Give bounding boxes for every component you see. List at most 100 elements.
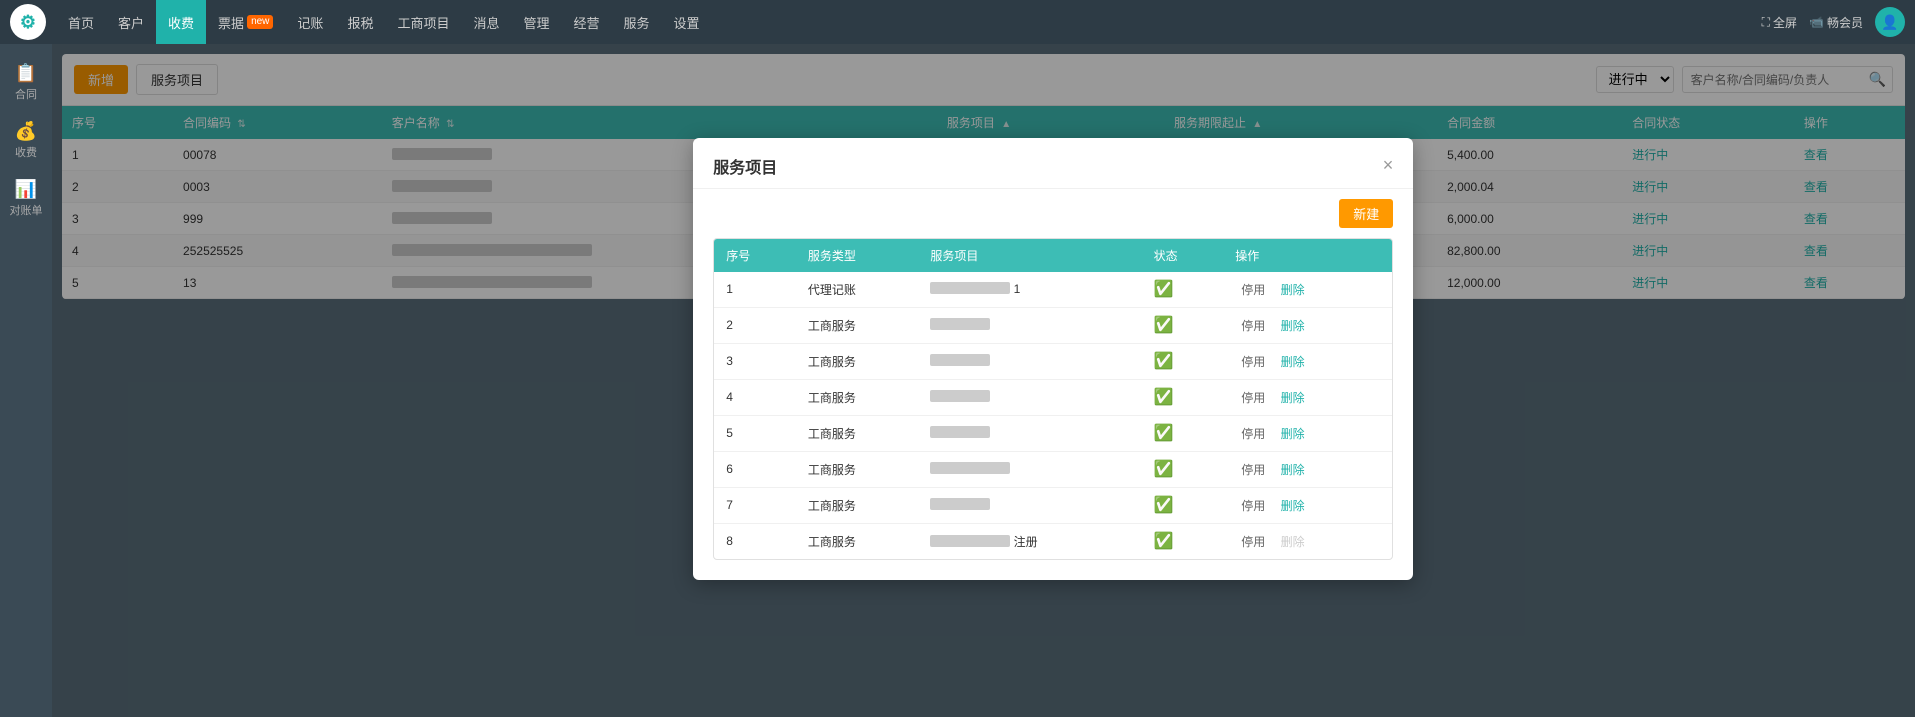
avatar[interactable]: 👤 xyxy=(1875,7,1905,37)
sidebar-item-statement[interactable]: 📊 对账单 xyxy=(0,170,52,228)
member-icon: 📹 xyxy=(1809,15,1824,29)
modal-cell-seq: 3 xyxy=(714,343,796,379)
modal-col-status: 状态 xyxy=(1142,239,1224,272)
modal-cell-item xyxy=(918,487,1141,523)
modal-cell-status: ✅ xyxy=(1142,415,1224,451)
nav-item-business[interactable]: 工商项目 xyxy=(385,0,461,44)
fullscreen-icon: ⛶ xyxy=(1762,15,1770,30)
sidebar-item-contract[interactable]: 📋 合同 xyxy=(0,54,52,112)
nav-item-service[interactable]: 服务 xyxy=(612,0,662,44)
modal-cell-action: 停用 删除 xyxy=(1223,307,1392,343)
stop-button[interactable]: 停用 xyxy=(1235,279,1271,300)
nav-item-manage[interactable]: 管理 xyxy=(511,0,561,44)
modal-cell-status: ✅ xyxy=(1142,451,1224,487)
modal-cell-type: 代理记账 xyxy=(796,272,918,308)
app-logo: ⚙ xyxy=(10,4,46,40)
modal-cell-type: 工商服务 xyxy=(796,307,918,343)
modal-title: 服务项目 xyxy=(713,154,777,178)
modal-cell-type: 工商服务 xyxy=(796,379,918,415)
modal-cell-status: ✅ xyxy=(1142,343,1224,379)
modal-table-wrapper: 序号 服务类型 服务项目 状态 操作 1 代理记账 1 ✅ xyxy=(713,238,1393,560)
sidebar-item-fee[interactable]: 💰 收费 xyxy=(0,112,52,170)
list-item: 2 工商服务 ✅ 停用 删除 xyxy=(714,307,1392,343)
contract-icon: 📋 xyxy=(15,64,37,82)
modal-cell-status: ✅ xyxy=(1142,523,1224,559)
list-item: 8 工商服务 注册 ✅ 停用 删除 xyxy=(714,523,1392,559)
modal-cell-item xyxy=(918,415,1141,451)
stop-button[interactable]: 停用 xyxy=(1235,531,1271,552)
list-item: 6 工商服务 ✅ 停用 删除 xyxy=(714,451,1392,487)
status-check-icon: ✅ xyxy=(1154,425,1174,442)
nav-item-customer[interactable]: 客户 xyxy=(106,0,156,44)
status-check-icon: ✅ xyxy=(1154,533,1174,550)
stop-button[interactable]: 停用 xyxy=(1235,387,1271,408)
delete-button: 删除 xyxy=(1275,531,1311,552)
stop-button[interactable]: 停用 xyxy=(1235,351,1271,372)
delete-button[interactable]: 删除 xyxy=(1275,315,1311,336)
member-btn[interactable]: 📹 畅会员 xyxy=(1809,14,1863,31)
stop-button[interactable]: 停用 xyxy=(1235,423,1271,444)
list-item: 5 工商服务 ✅ 停用 删除 xyxy=(714,415,1392,451)
modal-cell-seq: 6 xyxy=(714,451,796,487)
nav-item-operation[interactable]: 经营 xyxy=(562,0,612,44)
status-check-icon: ✅ xyxy=(1154,461,1174,478)
modal-cell-item xyxy=(918,451,1141,487)
modal-cell-status: ✅ xyxy=(1142,379,1224,415)
modal-cell-type: 工商服务 xyxy=(796,415,918,451)
delete-button[interactable]: 删除 xyxy=(1275,495,1311,516)
modal-cell-seq: 2 xyxy=(714,307,796,343)
status-check-icon: ✅ xyxy=(1154,497,1174,514)
list-item: 4 工商服务 ✅ 停用 删除 xyxy=(714,379,1392,415)
modal-cell-item xyxy=(918,343,1141,379)
modal-cell-action: 停用 删除 xyxy=(1223,523,1392,559)
status-check-icon: ✅ xyxy=(1154,353,1174,370)
service-items-modal: 服务项目 × 新建 序号 服务类型 服务项目 状态 操作 xyxy=(693,138,1413,580)
status-check-icon: ✅ xyxy=(1154,389,1174,406)
nav-item-tax[interactable]: 报税 xyxy=(335,0,385,44)
list-item: 7 工商服务 ✅ 停用 删除 xyxy=(714,487,1392,523)
modal-cell-type: 工商服务 xyxy=(796,451,918,487)
nav-right: ⛶ 全屏 📹 畅会员 👤 xyxy=(1762,7,1905,37)
delete-button[interactable]: 删除 xyxy=(1275,387,1311,408)
modal-cell-seq: 8 xyxy=(714,523,796,559)
modal-cell-action: 停用 删除 xyxy=(1223,379,1392,415)
modal-header: 服务项目 × xyxy=(693,138,1413,189)
modal-new-button[interactable]: 新建 xyxy=(1339,199,1393,228)
modal-cell-type: 工商服务 xyxy=(796,487,918,523)
nav-item-home[interactable]: 首页 xyxy=(56,0,106,44)
modal-body: 序号 服务类型 服务项目 状态 操作 1 代理记账 1 ✅ xyxy=(693,238,1413,580)
modal-cell-action: 停用 删除 xyxy=(1223,415,1392,451)
list-item: 3 工商服务 ✅ 停用 删除 xyxy=(714,343,1392,379)
modal-cell-seq: 1 xyxy=(714,272,796,308)
modal-cell-type: 工商服务 xyxy=(796,343,918,379)
list-item: 1 代理记账 1 ✅ 停用 删除 xyxy=(714,272,1392,308)
modal-col-action: 操作 xyxy=(1223,239,1392,272)
delete-button[interactable]: 删除 xyxy=(1275,279,1311,300)
new-badge: new xyxy=(247,15,273,29)
nav-item-bookkeeping[interactable]: 记账 xyxy=(285,0,335,44)
nav-item-settings[interactable]: 设置 xyxy=(662,0,712,44)
delete-button[interactable]: 删除 xyxy=(1275,423,1311,444)
fullscreen-btn[interactable]: ⛶ 全屏 xyxy=(1762,14,1797,31)
modal-cell-action: 停用 删除 xyxy=(1223,272,1392,308)
delete-button[interactable]: 删除 xyxy=(1275,459,1311,480)
modal-col-seq: 序号 xyxy=(714,239,796,272)
modal-col-type: 服务类型 xyxy=(796,239,918,272)
nav-item-fee[interactable]: 收费 xyxy=(156,0,206,44)
modal-table-scroll[interactable]: 序号 服务类型 服务项目 状态 操作 1 代理记账 1 ✅ xyxy=(714,239,1392,559)
delete-button[interactable]: 删除 xyxy=(1275,351,1311,372)
stop-button[interactable]: 停用 xyxy=(1235,495,1271,516)
nav-item-invoice[interactable]: 票据 new xyxy=(206,0,285,44)
stop-button[interactable]: 停用 xyxy=(1235,315,1271,336)
modal-cell-item: 1 xyxy=(918,272,1141,308)
status-check-icon: ✅ xyxy=(1154,281,1174,298)
modal-cell-item xyxy=(918,307,1141,343)
modal-cell-seq: 5 xyxy=(714,415,796,451)
left-sidebar: 📋 合同 💰 收费 📊 对账单 xyxy=(0,44,52,717)
nav-item-message[interactable]: 消息 xyxy=(461,0,511,44)
stop-button[interactable]: 停用 xyxy=(1235,459,1271,480)
modal-close-button[interactable]: × xyxy=(1383,155,1394,176)
modal-service-table: 序号 服务类型 服务项目 状态 操作 1 代理记账 1 ✅ xyxy=(714,239,1392,559)
fee-icon: 💰 xyxy=(15,122,37,140)
modal-toolbar: 新建 xyxy=(693,189,1413,238)
